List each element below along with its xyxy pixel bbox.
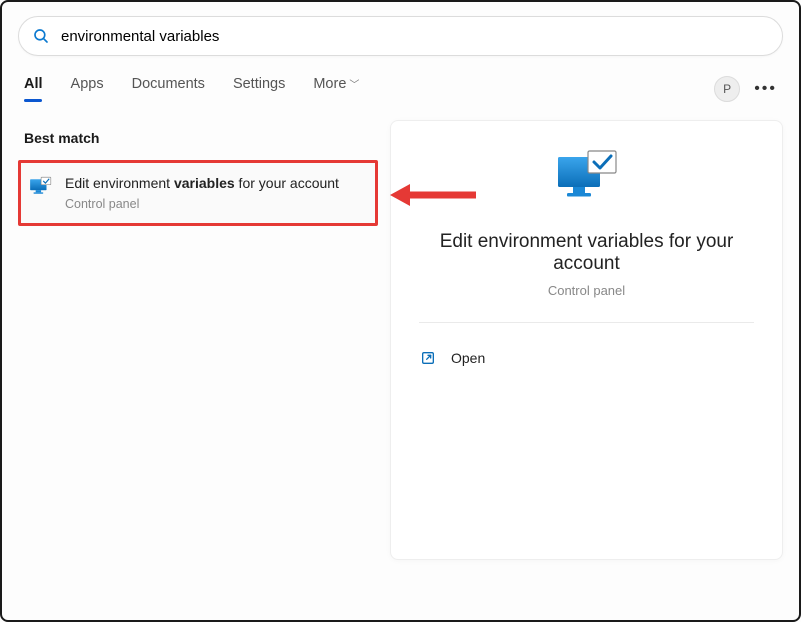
avatar[interactable]: P	[714, 76, 740, 102]
detail-subtitle: Control panel	[419, 283, 754, 298]
results-column: Best match Edit environment variables fo…	[18, 120, 378, 560]
open-label: Open	[451, 350, 485, 366]
tab-all[interactable]: All	[24, 76, 43, 102]
result-text: Edit environment variables for your acco…	[65, 173, 339, 213]
tab-apps[interactable]: Apps	[71, 76, 104, 102]
annotation-arrow	[388, 178, 478, 215]
search-bar[interactable]	[18, 16, 783, 56]
filter-tabs: All Apps Documents Settings More﹀	[24, 76, 359, 102]
content-area: Best match Edit environment variables fo…	[14, 120, 787, 560]
tabs-row: All Apps Documents Settings More﹀ P •••	[24, 76, 777, 102]
best-match-result[interactable]: Edit environment variables for your acco…	[18, 160, 378, 226]
best-match-label: Best match	[24, 130, 378, 146]
detail-divider	[419, 322, 754, 323]
open-action[interactable]: Open	[419, 341, 754, 375]
tab-documents[interactable]: Documents	[132, 76, 205, 102]
tab-more[interactable]: More﹀	[313, 76, 359, 102]
tab-settings[interactable]: Settings	[233, 76, 285, 102]
more-options-button[interactable]: •••	[754, 80, 777, 98]
chevron-down-icon: ﹀	[349, 80, 359, 91]
detail-title: Edit environment variables for your acco…	[419, 231, 754, 275]
tab-more-label: More	[313, 76, 346, 92]
result-subtitle: Control panel	[65, 195, 339, 213]
control-panel-icon	[27, 175, 53, 201]
open-icon	[419, 349, 437, 367]
search-icon	[31, 26, 51, 46]
result-title: Edit environment variables for your acco…	[65, 173, 339, 193]
search-input[interactable]	[61, 28, 772, 45]
